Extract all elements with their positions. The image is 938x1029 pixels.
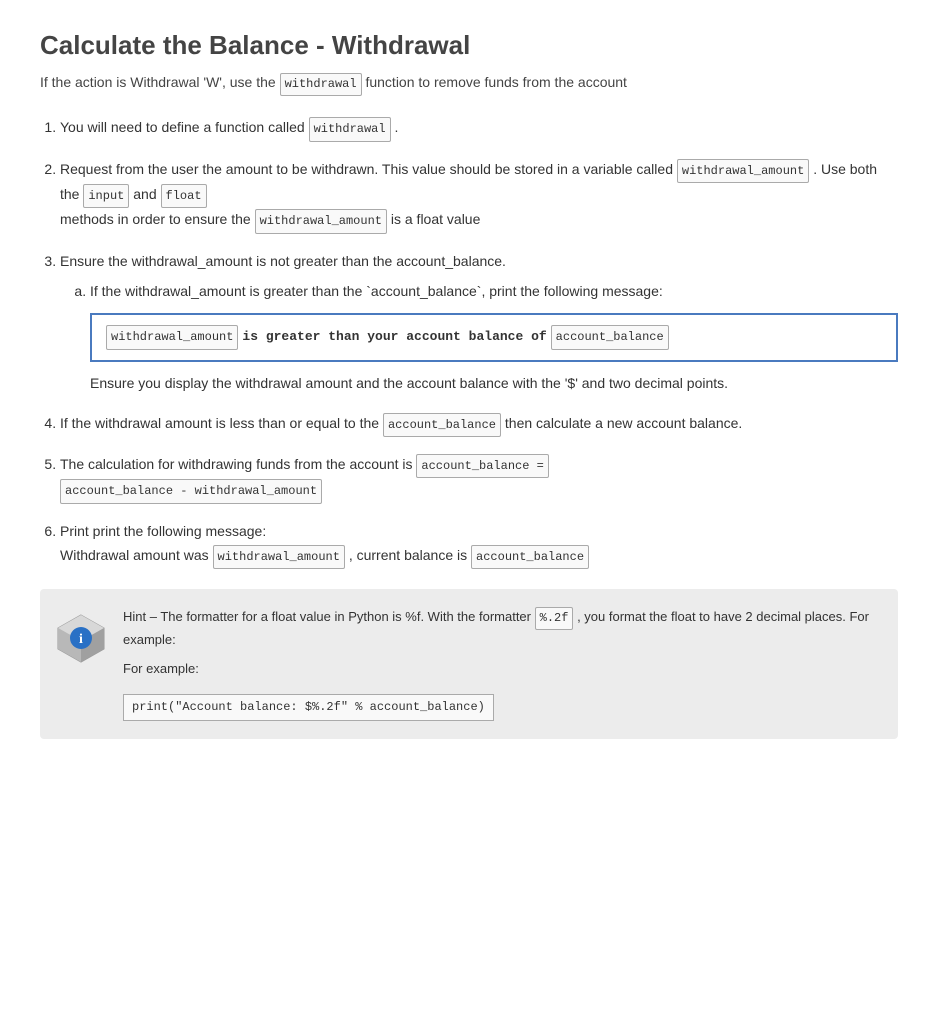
step-3: Ensure the withdrawal_amount is not grea… [60, 250, 898, 396]
step6-text3: , current balance is [349, 547, 467, 563]
hint-text1: Hint – The formatter for a float value i… [123, 609, 531, 624]
code-block-middle: is greater than your account balance of [242, 326, 546, 348]
step5-text-before: The calculation for withdrawing funds fr… [60, 456, 413, 472]
step6-tag2: account_balance [471, 545, 589, 569]
step2-tag2: input [83, 184, 129, 208]
step6-text1: Print print the following message: [60, 523, 266, 539]
hint-for-example: For example: [123, 659, 880, 680]
intro-paragraph: If the action is Withdrawal 'W', use the… [40, 71, 898, 96]
step-4: If the withdrawal amount is less than or… [60, 412, 898, 437]
intro-text-before: If the action is Withdrawal 'W', use the [40, 74, 276, 90]
step1-text-before: You will need to define a function calle… [60, 119, 305, 135]
step3a-text2: Ensure you display the withdrawal amount… [90, 375, 728, 391]
step2-text3: and [133, 186, 156, 202]
step1-text-after: . [394, 119, 398, 135]
hint-box: i Hint – The formatter for a float value… [40, 589, 898, 739]
step6-tag1: withdrawal_amount [213, 545, 345, 569]
code-block-tag1: withdrawal_amount [106, 325, 238, 349]
hint-code-sample: print("Account balance: $%.2f" % account… [123, 694, 494, 721]
step1-tag: withdrawal [309, 117, 391, 141]
step5-tag1: account_balance = [416, 454, 548, 478]
step-6: Print print the following message: Withd… [60, 520, 898, 569]
step2-text4: methods in order to ensure the [60, 211, 251, 227]
hint-formatter-tag: %.2f [535, 607, 574, 630]
hint-text: Hint – The formatter for a float value i… [123, 607, 880, 651]
step-5: The calculation for withdrawing funds fr… [60, 453, 898, 504]
step-2: Request from the user the amount to be w… [60, 158, 898, 234]
step4-text-after: then calculate a new account balance. [505, 415, 742, 431]
hint-code-sample-wrapper: print("Account balance: $%.2f" % account… [123, 688, 880, 721]
step3-sublist: If the withdrawal_amount is greater than… [60, 280, 898, 396]
step3a: If the withdrawal_amount is greater than… [90, 280, 898, 396]
step2-text5: is a float value [391, 211, 481, 227]
svg-text:i: i [79, 632, 83, 647]
step-1: You will need to define a function calle… [60, 116, 898, 141]
step2-tag3: float [161, 184, 207, 208]
page-title: Calculate the Balance - Withdrawal [40, 30, 898, 61]
step3-text: Ensure the withdrawal_amount is not grea… [60, 253, 506, 269]
intro-withdrawal-tag: withdrawal [280, 73, 362, 96]
code-block-tag2: account_balance [551, 325, 669, 349]
step4-text-before: If the withdrawal amount is less than or… [60, 415, 379, 431]
steps-list: You will need to define a function calle… [40, 116, 898, 569]
hint-content: Hint – The formatter for a float value i… [123, 607, 880, 721]
step5-tag2: account_balance - withdrawal_amount [60, 479, 322, 503]
step4-tag: account_balance [383, 413, 501, 437]
step2-tag4: withdrawal_amount [255, 209, 387, 233]
step3a-text1: If the withdrawal_amount is greater than… [90, 283, 663, 299]
hint-icon: i [54, 611, 109, 666]
step3-code-block: withdrawal_amount is greater than your a… [90, 313, 898, 361]
step6-text2: Withdrawal amount was [60, 547, 209, 563]
step2-tag1: withdrawal_amount [677, 159, 809, 183]
step2-text1: Request from the user the amount to be w… [60, 161, 673, 177]
intro-text-after: function to remove funds from the accoun… [365, 74, 626, 90]
